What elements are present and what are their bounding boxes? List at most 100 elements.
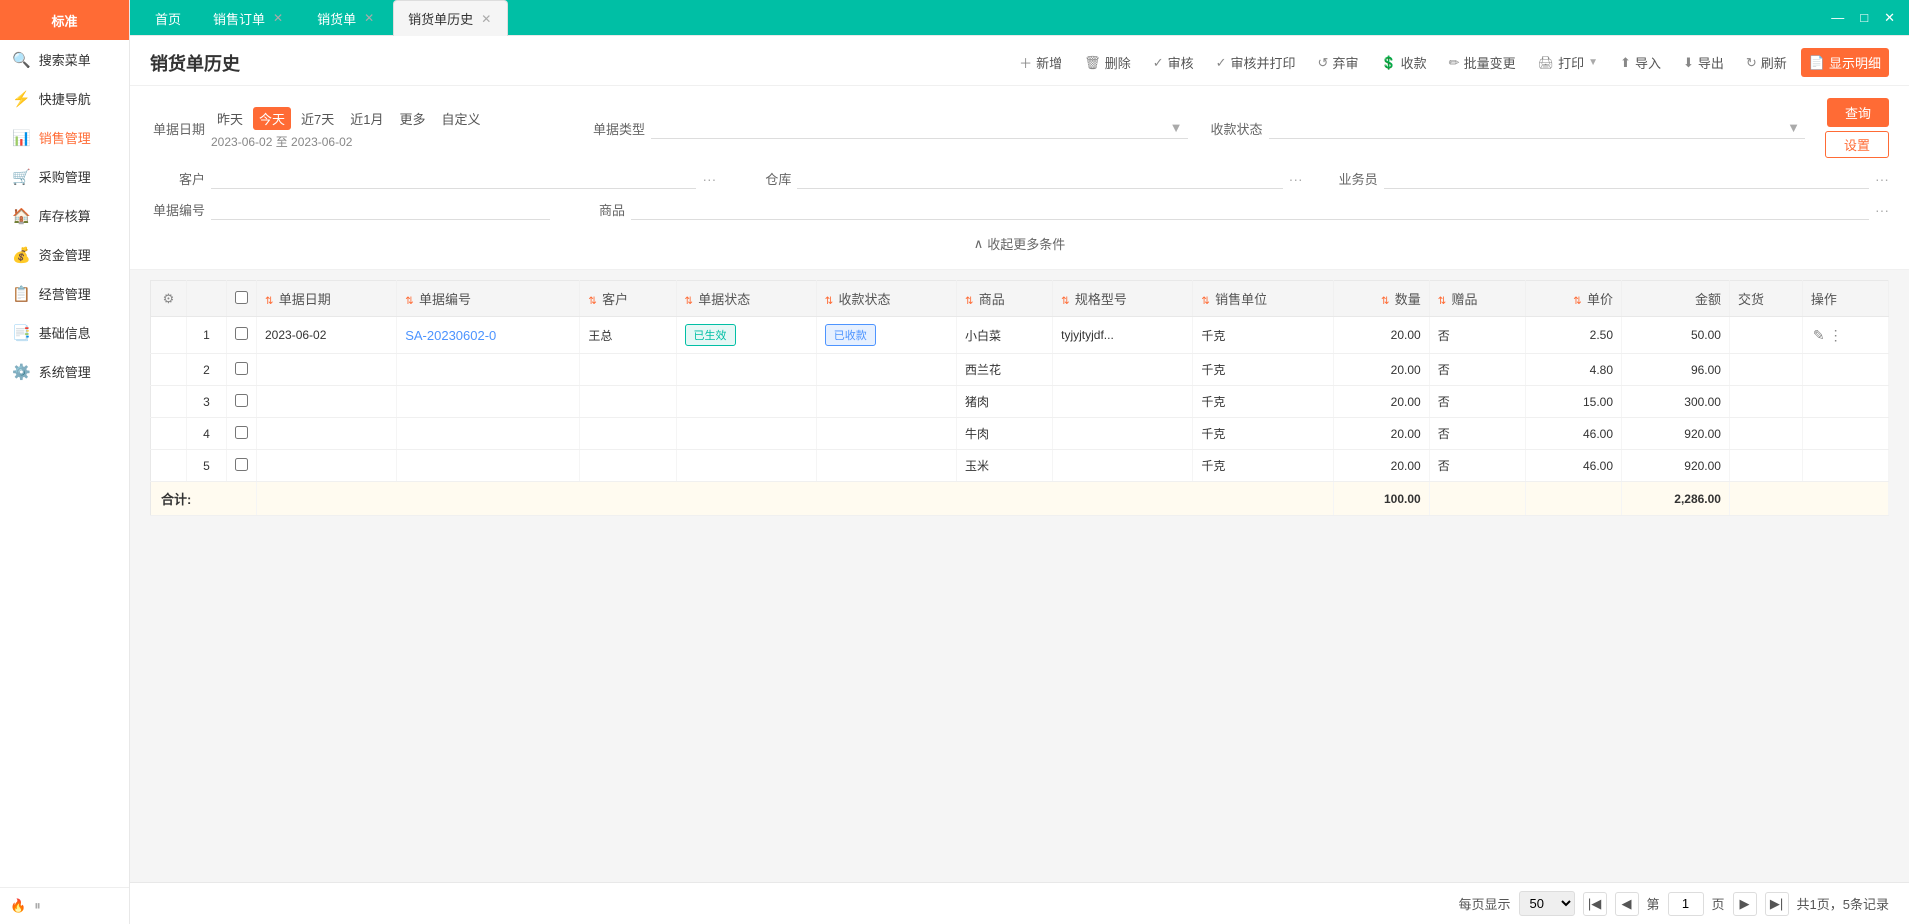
col-settings[interactable]: ⚙ <box>151 281 187 317</box>
row-checkbox-3[interactable] <box>235 426 248 439</box>
salesperson-input[interactable] <box>1384 168 1869 189</box>
row-doc-status-2 <box>676 386 816 418</box>
window-minimize[interactable]: — <box>1827 6 1848 29</box>
window-maximize[interactable]: □ <box>1856 6 1872 29</box>
settings-gear-icon[interactable]: ⚙ <box>163 291 175 306</box>
sidebar-item-operations[interactable]: 📋 经营管理 <box>0 274 129 313</box>
row-num-3: 4 <box>187 418 227 450</box>
delete-button[interactable]: 🗑 删除 <box>1076 48 1139 77</box>
collapse-button[interactable]: ∧ 收起更多条件 <box>150 230 1889 257</box>
per-page-select[interactable]: 50 20 100 <box>1519 891 1575 916</box>
col-check[interactable] <box>227 281 257 317</box>
inventory-icon: 🏠 <box>12 207 31 225</box>
row-checkbox-4[interactable] <box>235 458 248 471</box>
query-button[interactable]: 查询 <box>1827 98 1889 127</box>
row-goods-2: 猪肉 <box>956 386 1052 418</box>
tab-sales-delivery-close[interactable]: ✕ <box>362 11 376 25</box>
date-tab-yesterday[interactable]: 昨天 <box>211 107 249 130</box>
refresh-button[interactable]: ↻ 刷新 <box>1738 48 1795 77</box>
warehouse-ellipsis[interactable]: ··· <box>1289 171 1303 187</box>
search-menu-icon: 🔍 <box>12 51 31 69</box>
tab-sales-history[interactable]: 销货单历史 ✕ <box>393 0 508 36</box>
add-button[interactable]: ＋ 新增 <box>1011 48 1070 77</box>
sidebar-item-finance[interactable]: 💰 资金管理 <box>0 235 129 274</box>
page-next-button[interactable]: ▶ <box>1733 892 1757 916</box>
tab-sales-delivery[interactable]: 销货单 ✕ <box>302 0 391 36</box>
salesperson-label: 业务员 <box>1323 169 1378 188</box>
row-more-btn-0[interactable]: ⋮ <box>1827 325 1845 345</box>
row-checkbox-1[interactable] <box>235 362 248 375</box>
salesperson-ellipsis[interactable]: ··· <box>1875 171 1889 187</box>
row-check-3[interactable] <box>227 418 257 450</box>
row-settings-0 <box>151 317 187 354</box>
row-check-1[interactable] <box>227 354 257 386</box>
row-checkbox-0[interactable] <box>235 327 248 340</box>
date-tab-more[interactable]: 更多 <box>394 107 432 130</box>
audit-print-button[interactable]: ✓ 审核并打印 <box>1208 48 1304 77</box>
sidebar-item-basic-info[interactable]: 📑 基础信息 <box>0 313 129 352</box>
col-date[interactable]: ⇅ 单据日期 <box>257 281 397 317</box>
tab-sales-history-close[interactable]: ✕ <box>479 12 493 26</box>
total-info: 共1页，5条记录 <box>1797 894 1889 913</box>
warehouse-input[interactable] <box>797 168 1282 189</box>
sidebar-fire-icon[interactable]: 🔥 <box>10 898 26 914</box>
settings-button[interactable]: 设置 <box>1825 131 1889 158</box>
sidebar-item-inventory[interactable]: 🏠 库存核算 <box>0 196 129 235</box>
doc-type-select[interactable]: ▼ <box>651 117 1188 139</box>
row-edit-btn-0[interactable]: ✎ <box>1811 325 1827 345</box>
batch-change-button[interactable]: ✏ 批量变更 <box>1441 48 1524 77</box>
window-close[interactable]: ✕ <box>1880 6 1899 30</box>
collect-button[interactable]: 💲 收款 <box>1372 48 1434 77</box>
date-tab-7days[interactable]: 近7天 <box>295 107 340 130</box>
page-number-input[interactable] <box>1668 892 1704 916</box>
import-icon: ⬆ <box>1620 55 1631 71</box>
import-button[interactable]: ⬆ 导入 <box>1612 48 1669 77</box>
col-goods[interactable]: ⇅ 商品 <box>956 281 1052 317</box>
row-num-4: 5 <box>187 450 227 482</box>
date-tab-custom[interactable]: 自定义 <box>436 107 487 130</box>
payment-status-select[interactable]: ▼ <box>1269 117 1806 139</box>
col-unit-price[interactable]: ⇅ 单价 <box>1525 281 1621 317</box>
finance-icon: 💰 <box>12 246 31 264</box>
page-prev-button[interactable]: ◀ <box>1615 892 1639 916</box>
col-spec[interactable]: ⇅ 规格型号 <box>1053 281 1193 317</box>
page-last-button[interactable]: ▶| <box>1765 892 1789 916</box>
col-quantity[interactable]: ⇅ 数量 <box>1333 281 1429 317</box>
col-docno[interactable]: ⇅ 单据编号 <box>397 281 580 317</box>
audit-button[interactable]: ✓ 审核 <box>1145 48 1202 77</box>
show-detail-button[interactable]: 📄 显示明细 <box>1801 48 1889 77</box>
select-all-checkbox[interactable] <box>235 291 248 304</box>
col-sales-unit[interactable]: ⇅ 销售单位 <box>1193 281 1333 317</box>
discard-button[interactable]: ↺ 弃审 <box>1310 48 1367 77</box>
date-tab-today[interactable]: 今天 <box>253 107 291 130</box>
goods-input[interactable] <box>631 199 1869 220</box>
row-check-4[interactable] <box>227 450 257 482</box>
date-tab-1month[interactable]: 近1月 <box>344 107 389 130</box>
print-button[interactable]: 🖨 打印 ▼ <box>1530 48 1606 77</box>
row-checkbox-2[interactable] <box>235 394 248 407</box>
col-customer[interactable]: ⇅ 客户 <box>580 281 676 317</box>
tab-sales-order-close[interactable]: ✕ <box>271 11 285 25</box>
customer-input[interactable] <box>211 168 696 189</box>
docno-link-0[interactable]: SA-20230602-0 <box>405 328 496 343</box>
sidebar-pause-icon[interactable]: ⏸ <box>34 898 41 914</box>
page-first-button[interactable]: |◀ <box>1583 892 1607 916</box>
tab-home[interactable]: 首页 <box>140 0 196 36</box>
customer-ellipsis[interactable]: ··· <box>702 171 716 187</box>
col-payment-status[interactable]: ⇅ 收款状态 <box>816 281 956 317</box>
row-check-2[interactable] <box>227 386 257 418</box>
tab-sales-order[interactable]: 销售订单 ✕ <box>198 0 300 36</box>
sidebar-item-purchase-mgmt[interactable]: 🛒 采购管理 <box>0 157 129 196</box>
sidebar-item-quick-nav[interactable]: ⚡ 快捷导航 <box>0 79 129 118</box>
row-check-0[interactable] <box>227 317 257 354</box>
docno-input[interactable] <box>211 199 550 220</box>
sidebar-item-search-menu[interactable]: 🔍 搜索菜单 <box>0 40 129 79</box>
sidebar-item-sys-mgmt[interactable]: ⚙️ 系统管理 <box>0 352 129 391</box>
row-num-1: 2 <box>187 354 227 386</box>
export-button[interactable]: ⬇ 导出 <box>1675 48 1732 77</box>
col-doc-status[interactable]: ⇅ 单据状态 <box>676 281 816 317</box>
goods-ellipsis[interactable]: ··· <box>1875 202 1889 218</box>
sidebar-item-sales-mgmt[interactable]: 📊 销售管理 <box>0 118 129 157</box>
col-gift[interactable]: ⇅ 赠品 <box>1429 281 1525 317</box>
sidebar-item-label: 基础信息 <box>39 323 91 342</box>
